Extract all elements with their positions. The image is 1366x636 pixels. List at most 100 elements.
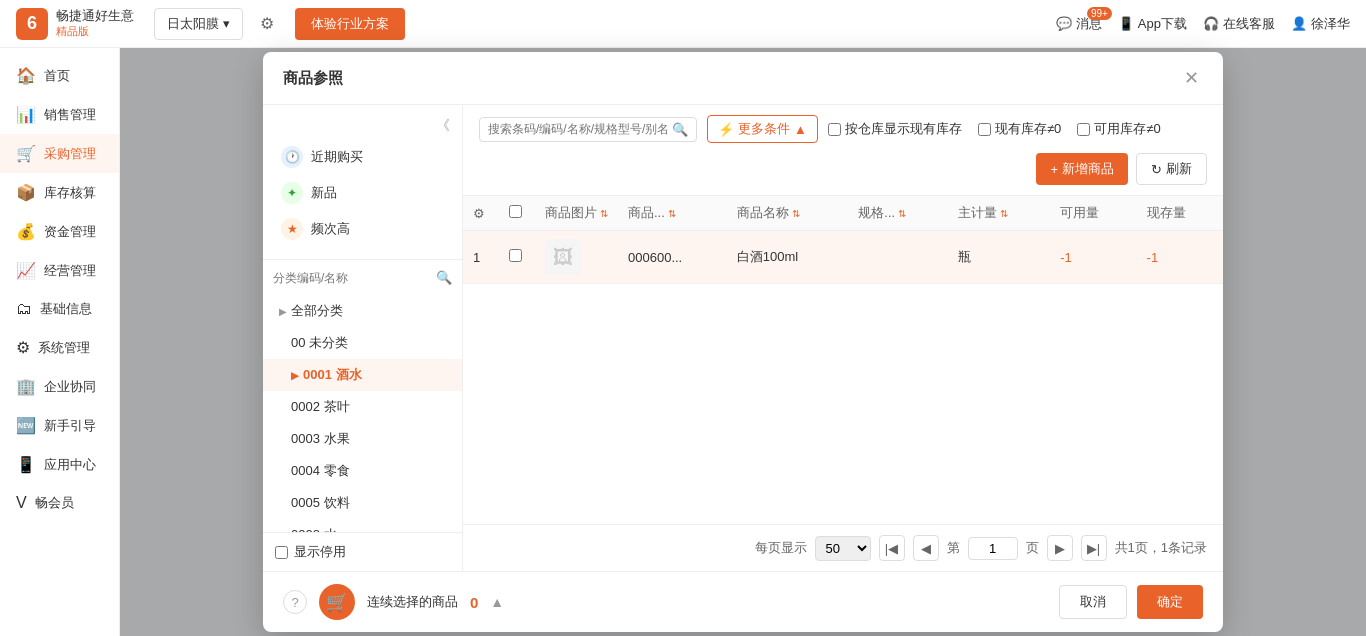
per-page-label: 每页显示 — [755, 539, 807, 557]
page-input[interactable] — [968, 537, 1018, 560]
sidebar-item-purchase[interactable]: 🛒 采购管理 — [0, 134, 119, 173]
cat-0001-label: 0001 酒水 — [303, 366, 362, 384]
cat-0004-label: 0004 零食 — [291, 462, 350, 480]
row-checkbox[interactable] — [509, 249, 522, 262]
cat-all[interactable]: ▶ 全部分类 — [263, 295, 462, 327]
cat-0002[interactable]: 0002 茶叶 — [263, 391, 462, 423]
sidebar-item-enterprise[interactable]: 🏢 企业协同 — [0, 367, 119, 406]
add-product-button[interactable]: + 新增商品 — [1036, 153, 1128, 185]
per-page-select[interactable]: 50 10 20 100 — [815, 536, 871, 561]
stock-icon: 📦 — [16, 183, 36, 202]
show-disabled-checkbox[interactable] — [275, 546, 288, 559]
product-search-icon[interactable]: 🔍 — [672, 122, 688, 137]
cell-seq: 1 — [463, 231, 499, 284]
member-icon: V — [16, 494, 27, 512]
table-row[interactable]: 1 🖼 000600... 白酒100ml — [463, 231, 1223, 284]
sidebar-item-member[interactable]: V 畅会员 — [0, 484, 119, 522]
modal-header: 商品参照 ✕ — [263, 52, 1223, 105]
category-search-icon[interactable]: 🔍 — [436, 270, 452, 285]
sidebar-item-apps[interactable]: 📱 应用中心 — [0, 445, 119, 484]
cat-00[interactable]: 00 未分类 — [263, 327, 462, 359]
cell-check — [499, 231, 535, 284]
sort-spec-icon[interactable]: ⇅ — [898, 208, 906, 219]
topbar-right: 💬 消息 99+ 📱 App下载 🎧 在线客服 👤 徐泽华 — [1056, 15, 1350, 33]
th-unit: 主计量 ⇅ — [948, 196, 1051, 231]
modal-close-button[interactable]: ✕ — [1179, 66, 1203, 90]
select-all-checkbox[interactable] — [509, 205, 522, 218]
trial-btn[interactable]: 体验行业方案 — [295, 8, 405, 40]
product-search-bar: 🔍 — [479, 117, 697, 142]
sidebar-item-sales[interactable]: 📊 销售管理 — [0, 95, 119, 134]
headset-icon: 🎧 — [1203, 16, 1219, 31]
sort-unit-icon[interactable]: ⇅ — [1000, 208, 1008, 219]
user-area[interactable]: 👤 徐泽华 — [1291, 15, 1350, 33]
message-icon: 💬 — [1056, 16, 1072, 31]
new-icon: ✦ — [281, 182, 303, 204]
th-stock: 现存量 — [1137, 196, 1223, 231]
check-available-nonzero[interactable]: 可用库存≠0 — [1077, 120, 1160, 138]
logo-area: 6 畅捷通好生意 精品版 — [16, 8, 134, 40]
cart-button[interactable]: 🛒 — [319, 584, 355, 620]
cat-0003[interactable]: 0003 水果 — [263, 423, 462, 455]
page-last-button[interactable]: ▶| — [1081, 535, 1107, 561]
page-next-button[interactable]: ▶ — [1047, 535, 1073, 561]
sidebar-label-finance: 资金管理 — [44, 223, 96, 241]
service-btn[interactable]: 🎧 在线客服 — [1203, 15, 1275, 33]
sidebar-item-system[interactable]: ⚙ 系统管理 — [0, 328, 119, 367]
cell-stock: -1 — [1137, 231, 1223, 284]
guide-icon: 🆕 — [16, 416, 36, 435]
modal-title: 商品参照 — [283, 69, 343, 88]
filter-recent[interactable]: 🕐 近期购买 — [271, 139, 454, 175]
enterprise-icon: 🏢 — [16, 377, 36, 396]
collapse-left-button[interactable]: 《 — [432, 113, 454, 139]
check-stock-nonzero[interactable]: 现有库存≠0 — [978, 120, 1061, 138]
refresh-label: 刷新 — [1166, 160, 1192, 178]
dropdown-arrow-icon: ▾ — [223, 16, 230, 31]
check-by-warehouse[interactable]: 按仓库显示现有库存 — [828, 120, 962, 138]
sidebar-label-basic: 基础信息 — [40, 300, 92, 318]
right-toolbar: 🔍 ⚡ 更多条件 ▲ 按仓库显示现有库存 — [463, 105, 1223, 196]
messages-btn[interactable]: 💬 消息 99+ — [1056, 15, 1102, 33]
divider — [263, 259, 462, 260]
purchase-icon: 🛒 — [16, 144, 36, 163]
sidebar-item-operation[interactable]: 📈 经营管理 — [0, 251, 119, 290]
cancel-button[interactable]: 取消 — [1059, 585, 1127, 619]
sidebar-item-finance[interactable]: 💰 资金管理 — [0, 212, 119, 251]
layout: 🏠 首页 📊 销售管理 🛒 采购管理 📦 库存核算 💰 资金管理 📈 经营管理 … — [0, 48, 1366, 636]
home-icon: 🏠 — [16, 66, 36, 85]
cat-0008[interactable]: 0008 水 — [263, 519, 462, 532]
refresh-button[interactable]: ↻ 刷新 — [1136, 153, 1207, 185]
sidebar-item-home[interactable]: 🏠 首页 — [0, 56, 119, 95]
cat-0004[interactable]: 0004 零食 — [263, 455, 462, 487]
sort-img-icon[interactable]: ⇅ — [600, 208, 608, 219]
filter-new[interactable]: ✦ 新品 — [271, 175, 454, 211]
page-prev-button[interactable]: ◀ — [913, 535, 939, 561]
filter-new-label: 新品 — [311, 184, 337, 202]
store-dropdown[interactable]: 日太阳膜 ▾ — [154, 8, 243, 40]
th-spec-label: 规格... — [858, 204, 895, 222]
product-search-input[interactable] — [488, 122, 668, 136]
cell-unit: 瓶 — [948, 231, 1051, 284]
cell-available: -1 — [1050, 231, 1136, 284]
sort-code-icon[interactable]: ⇅ — [668, 208, 676, 219]
cell-name: 白酒100ml — [727, 231, 849, 284]
sidebar-item-guide[interactable]: 🆕 新手引导 — [0, 406, 119, 445]
cat-0005[interactable]: 0005 饮料 — [263, 487, 462, 519]
sidebar-item-stock[interactable]: 📦 库存核算 — [0, 173, 119, 212]
sidebar-item-basic[interactable]: 🗂 基础信息 — [0, 290, 119, 328]
collapse-footer-icon[interactable]: ▲ — [490, 594, 504, 610]
category-search-box: 🔍 — [263, 264, 462, 291]
help-button[interactable]: ? — [283, 590, 307, 614]
th-unit-label: 主计量 — [958, 204, 997, 222]
app-download-btn[interactable]: 📱 App下载 — [1118, 15, 1187, 33]
cat-0001[interactable]: ▶ 0001 酒水 — [263, 359, 462, 391]
more-filters-button[interactable]: ⚡ 更多条件 ▲ — [707, 115, 818, 143]
category-search-input[interactable] — [273, 271, 432, 285]
gear-button[interactable]: ⚙ — [251, 8, 283, 40]
cell-spec — [848, 231, 947, 284]
filter-frequent[interactable]: ★ 频次高 — [271, 211, 454, 247]
filter-recent-label: 近期购买 — [311, 148, 363, 166]
page-first-button[interactable]: |◀ — [879, 535, 905, 561]
confirm-button[interactable]: 确定 — [1137, 585, 1203, 619]
sort-name-icon[interactable]: ⇅ — [792, 208, 800, 219]
